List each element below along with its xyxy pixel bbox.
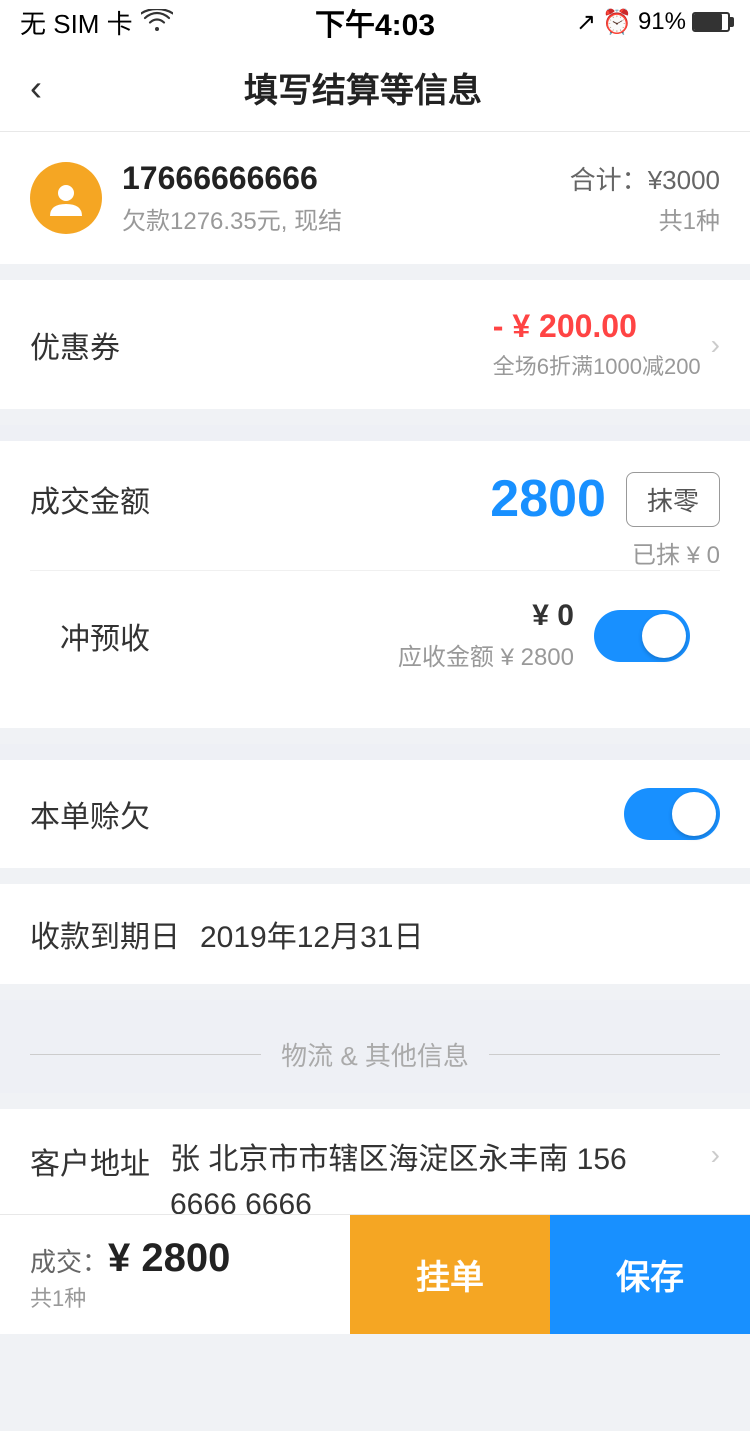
coupon-right: - ¥ 200.00 全场6折满1000减200 › [493, 308, 720, 381]
deal-sub: 已抹 ¥ 0 [30, 535, 720, 570]
address-chevron-icon: › [711, 1139, 720, 1171]
user-details: 17666666666 欠款1276.35元, 现结 [122, 160, 342, 236]
alarm-icon: ⏰ [602, 8, 632, 37]
duedate-value: 2019年12月31日 [200, 912, 423, 956]
separator2 [0, 744, 750, 760]
battery-text: 91% [638, 8, 686, 36]
coupon-label: 优惠券 [30, 323, 120, 367]
separator3 [0, 1000, 750, 1016]
deal-amount-row: 成交金额 2800 抹零 [30, 469, 720, 529]
prepay-amount-block: ¥ 0 应收金额 ¥ 2800 [398, 599, 574, 672]
prepay-right: ¥ 0 应收金额 ¥ 2800 [398, 599, 690, 672]
address-label: 客户地址 [30, 1139, 150, 1183]
deal-label: 成交金额 [30, 477, 150, 521]
bottom-deal-label: 成交： [30, 1247, 108, 1277]
round-button[interactable]: 抹零 [626, 472, 720, 527]
user-total: 合计：¥3000 共1种 [570, 160, 720, 236]
avatar [30, 162, 102, 234]
separator [0, 425, 750, 441]
nav-title: 填写结算等信息 [62, 63, 664, 112]
bottom-deal-row: 成交：¥ 2800 [30, 1236, 320, 1281]
owing-row: 本单赊欠 [0, 760, 750, 868]
total-label: 合计：¥3000 [570, 160, 720, 197]
coupon-desc: 全场6折满1000减200 [493, 349, 701, 381]
status-left: 无 SIM 卡 [20, 4, 173, 41]
owing-toggle[interactable] [624, 788, 720, 840]
deal-section: 成交金额 2800 抹零 已抹 ¥ 0 冲预收 ¥ 0 应收金额 ¥ 2800 [0, 441, 750, 728]
nav-bar: ‹ 填写结算等信息 [0, 44, 750, 132]
duedate-row: 收款到期日 2019年12月31日 [0, 884, 750, 984]
bottom-bar: 成交：¥ 2800 共1种 挂单 保存 [0, 1214, 750, 1334]
user-card: 17666666666 欠款1276.35元, 现结 合计：¥3000 共1种 [0, 132, 750, 264]
divider-text: 物流 & 其他信息 [281, 1036, 469, 1073]
pending-button[interactable]: 挂单 [350, 1215, 550, 1334]
status-right: ↗ ⏰ 91% [576, 8, 730, 37]
deal-amount-value: 2800 [490, 469, 606, 529]
user-subtext: 欠款1276.35元, 现结 [122, 201, 342, 236]
status-bar: 无 SIM 卡 下午4:03 ↗ ⏰ 91% [0, 0, 750, 44]
status-time: 下午4:03 [315, 0, 435, 44]
divider-line-right [489, 1054, 720, 1055]
bottom-info: 成交：¥ 2800 共1种 [0, 1215, 350, 1334]
coupon-discount: - ¥ 200.00 [493, 308, 701, 345]
section-divider: 物流 & 其他信息 [0, 1016, 750, 1093]
divider-line-left [30, 1054, 261, 1055]
battery-icon [692, 12, 730, 32]
carrier-text: 无 SIM 卡 [20, 4, 133, 41]
bottom-deal-amount: ¥ 2800 [108, 1236, 230, 1280]
bottom-deal-count: 共1种 [30, 1281, 320, 1313]
toggle-knob [642, 614, 686, 658]
deal-right: 2800 抹零 [490, 469, 720, 529]
user-info-left: 17666666666 欠款1276.35元, 现结 [30, 160, 342, 236]
save-button[interactable]: 保存 [550, 1215, 750, 1334]
total-count: 共1种 [570, 201, 720, 236]
owing-toggle-knob [672, 792, 716, 836]
user-phone: 17666666666 [122, 160, 342, 197]
coupon-row[interactable]: 优惠券 - ¥ 200.00 全场6折满1000减200 › [0, 280, 750, 409]
chevron-right-icon: › [711, 329, 720, 361]
prepay-sub: 应收金额 ¥ 2800 [398, 637, 574, 672]
duedate-label: 收款到期日 [30, 912, 180, 956]
back-button[interactable]: ‹ [30, 67, 42, 109]
prepay-amount: ¥ 0 [398, 599, 574, 633]
prepay-toggle[interactable] [594, 610, 690, 662]
owing-label: 本单赊欠 [30, 792, 150, 836]
location-icon: ↗ [576, 8, 596, 37]
prepay-row: 冲预收 ¥ 0 应收金额 ¥ 2800 [30, 570, 720, 700]
wifi-icon [141, 7, 173, 38]
prepay-label: 冲预收 [60, 614, 150, 658]
